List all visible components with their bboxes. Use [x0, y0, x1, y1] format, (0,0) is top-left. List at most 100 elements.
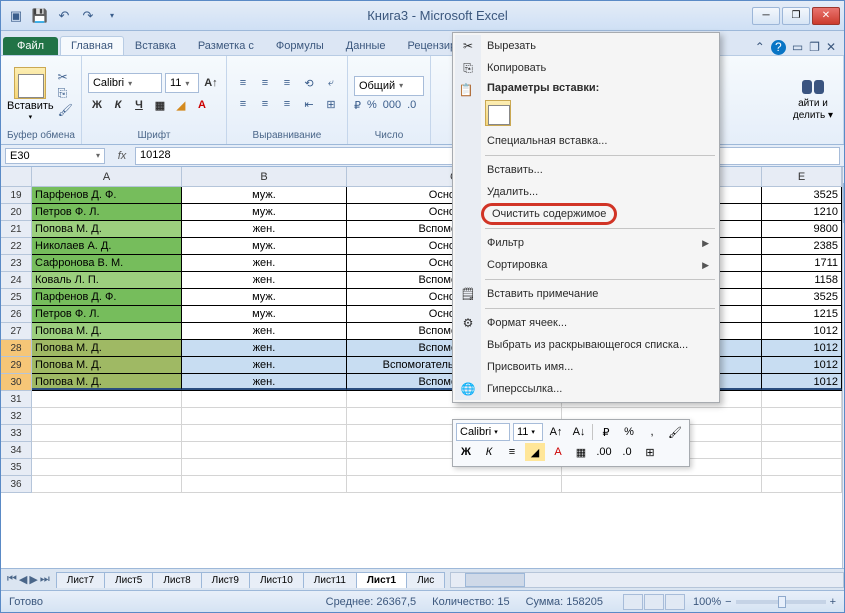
- table-row[interactable]: Попова М. Д.жен.Вспомогатель1012: [32, 374, 842, 391]
- tab-data[interactable]: Данные: [335, 36, 397, 55]
- cell[interactable]: [182, 408, 347, 424]
- align-top-icon[interactable]: ≡: [233, 74, 253, 92]
- ctx-paste-special[interactable]: Специальная вставка...: [455, 130, 717, 152]
- name-box[interactable]: E30▾: [5, 148, 105, 164]
- align-bottom-icon[interactable]: ≡: [277, 74, 297, 92]
- sheet-tab[interactable]: Лист1: [356, 572, 407, 588]
- cell[interactable]: [347, 476, 562, 492]
- cell[interactable]: Сафронова В. М.: [32, 255, 182, 271]
- row-header[interactable]: 28: [1, 340, 31, 357]
- row-header[interactable]: 33: [1, 425, 31, 442]
- cell[interactable]: [182, 459, 347, 475]
- font-color-button[interactable]: A: [193, 96, 211, 114]
- cell[interactable]: муж.: [182, 238, 347, 254]
- row-header[interactable]: 24: [1, 272, 31, 289]
- minimize-ribbon-icon[interactable]: ⌃: [755, 40, 765, 55]
- row-header[interactable]: 23: [1, 255, 31, 272]
- table-row[interactable]: [32, 408, 842, 425]
- ctx-cut[interactable]: ✂Вырезать: [455, 35, 717, 57]
- select-all-corner[interactable]: [1, 167, 32, 187]
- row-header[interactable]: 29: [1, 357, 31, 374]
- zoom-in-icon[interactable]: +: [830, 596, 836, 608]
- font-name-combo[interactable]: Calibri▾: [88, 73, 162, 93]
- cell[interactable]: Попова М. Д.: [32, 221, 182, 237]
- cell[interactable]: Петров Ф. Л.: [32, 204, 182, 220]
- merge-icon[interactable]: ⊞: [640, 443, 660, 461]
- sheet-tab[interactable]: Лист11: [303, 572, 357, 588]
- table-row[interactable]: Петров Ф. Л.муж.Основной1210: [32, 204, 842, 221]
- comma-icon[interactable]: ,: [642, 423, 662, 441]
- cell[interactable]: [32, 425, 182, 441]
- table-row[interactable]: [32, 442, 842, 459]
- copy-icon[interactable]: ⎘: [58, 86, 73, 101]
- save-icon[interactable]: 💾: [29, 5, 51, 27]
- cell[interactable]: 1012: [762, 374, 842, 390]
- wrap-text-icon[interactable]: ⤶: [321, 74, 341, 92]
- cell[interactable]: Попова М. Д.: [32, 323, 182, 339]
- align-center-icon[interactable]: ≡: [255, 95, 275, 113]
- tab-insert[interactable]: Вставка: [124, 36, 187, 55]
- cell[interactable]: 9800: [762, 221, 842, 237]
- cell[interactable]: [762, 391, 842, 407]
- grow-font-icon[interactable]: A↑: [202, 74, 220, 92]
- cell[interactable]: [32, 476, 182, 492]
- row-header[interactable]: 27: [1, 323, 31, 340]
- sheet-tab[interactable]: Лист5: [104, 572, 153, 588]
- table-row[interactable]: Попова М. Д.жен.Вспомогатель1012: [32, 340, 842, 357]
- decrease-decimal-icon[interactable]: .0: [617, 443, 637, 461]
- increase-decimal-icon[interactable]: .00: [594, 443, 614, 461]
- zoom-out-icon[interactable]: −: [725, 596, 731, 608]
- cell[interactable]: [762, 408, 842, 424]
- cell[interactable]: жен.: [182, 255, 347, 271]
- cell[interactable]: 3525: [762, 289, 842, 305]
- vertical-scrollbar[interactable]: [842, 167, 844, 568]
- table-row[interactable]: Коваль Л. П.жен.Вспомогатель1158: [32, 272, 842, 289]
- row-header[interactable]: 35: [1, 459, 31, 476]
- cell[interactable]: Петров Ф. Л.: [32, 306, 182, 322]
- cell[interactable]: Попова М. Д.: [32, 357, 182, 373]
- cell[interactable]: муж.: [182, 306, 347, 322]
- prev-sheet-icon[interactable]: ◀: [19, 573, 27, 586]
- row-header[interactable]: 20: [1, 204, 31, 221]
- ctx-format-cells[interactable]: ⚙Формат ячеек...: [455, 312, 717, 334]
- window-options-icon[interactable]: ▭: [792, 40, 803, 55]
- percent-icon[interactable]: %: [619, 423, 639, 441]
- horizontal-scrollbar[interactable]: [450, 572, 844, 588]
- cell[interactable]: [562, 476, 762, 492]
- border-button[interactable]: ▦: [571, 443, 591, 461]
- cells-container[interactable]: Парфенов Д. Ф.муж.Основной3525Петров Ф. …: [32, 187, 842, 493]
- merge-icon[interactable]: ⊞: [321, 95, 341, 113]
- cell[interactable]: жен.: [182, 272, 347, 288]
- find-select-button[interactable]: айти и делить ▾: [789, 75, 837, 123]
- ctx-paste-option[interactable]: [455, 96, 717, 130]
- italic-button[interactable]: К: [479, 443, 499, 461]
- ctx-define-name[interactable]: Присвоить имя...: [455, 356, 717, 378]
- col-header-e[interactable]: E: [762, 167, 842, 186]
- ctx-copy[interactable]: ⎘Копировать: [455, 57, 717, 79]
- ctx-delete[interactable]: Удалить...: [455, 181, 717, 203]
- align-left-icon[interactable]: ≡: [233, 95, 253, 113]
- close-workbook-icon[interactable]: ✕: [826, 40, 836, 55]
- redo-icon[interactable]: ↷: [77, 5, 99, 27]
- cell[interactable]: Коваль Л. П.: [32, 272, 182, 288]
- sheet-tab[interactable]: Лист8: [152, 572, 201, 588]
- cell[interactable]: Парфенов Д. Ф.: [32, 187, 182, 203]
- cell[interactable]: [762, 425, 842, 441]
- cell[interactable]: 1210: [762, 204, 842, 220]
- page-break-view-icon[interactable]: [665, 594, 685, 610]
- cell[interactable]: [182, 442, 347, 458]
- cell[interactable]: 2385: [762, 238, 842, 254]
- first-sheet-icon[interactable]: ⏮: [7, 573, 17, 586]
- table-row[interactable]: Попова М. Д.жен.Вспомогатель1012: [32, 323, 842, 340]
- tab-home[interactable]: Главная: [60, 36, 124, 55]
- help-icon[interactable]: ?: [771, 40, 786, 55]
- tab-layout[interactable]: Разметка с: [187, 36, 265, 55]
- next-sheet-icon[interactable]: ▶: [29, 573, 37, 586]
- ctx-insert-comment[interactable]: 🗒Вставить примечание: [455, 283, 717, 305]
- format-painter-icon[interactable]: 🖌: [58, 103, 73, 117]
- cell[interactable]: 1711: [762, 255, 842, 271]
- table-row[interactable]: Парфенов Д. Ф.муж.Основной3525: [32, 289, 842, 306]
- cut-icon[interactable]: ✂: [58, 70, 73, 84]
- ctx-filter[interactable]: Фильтр▶: [455, 232, 717, 254]
- restore-workbook-icon[interactable]: ❐: [809, 40, 820, 55]
